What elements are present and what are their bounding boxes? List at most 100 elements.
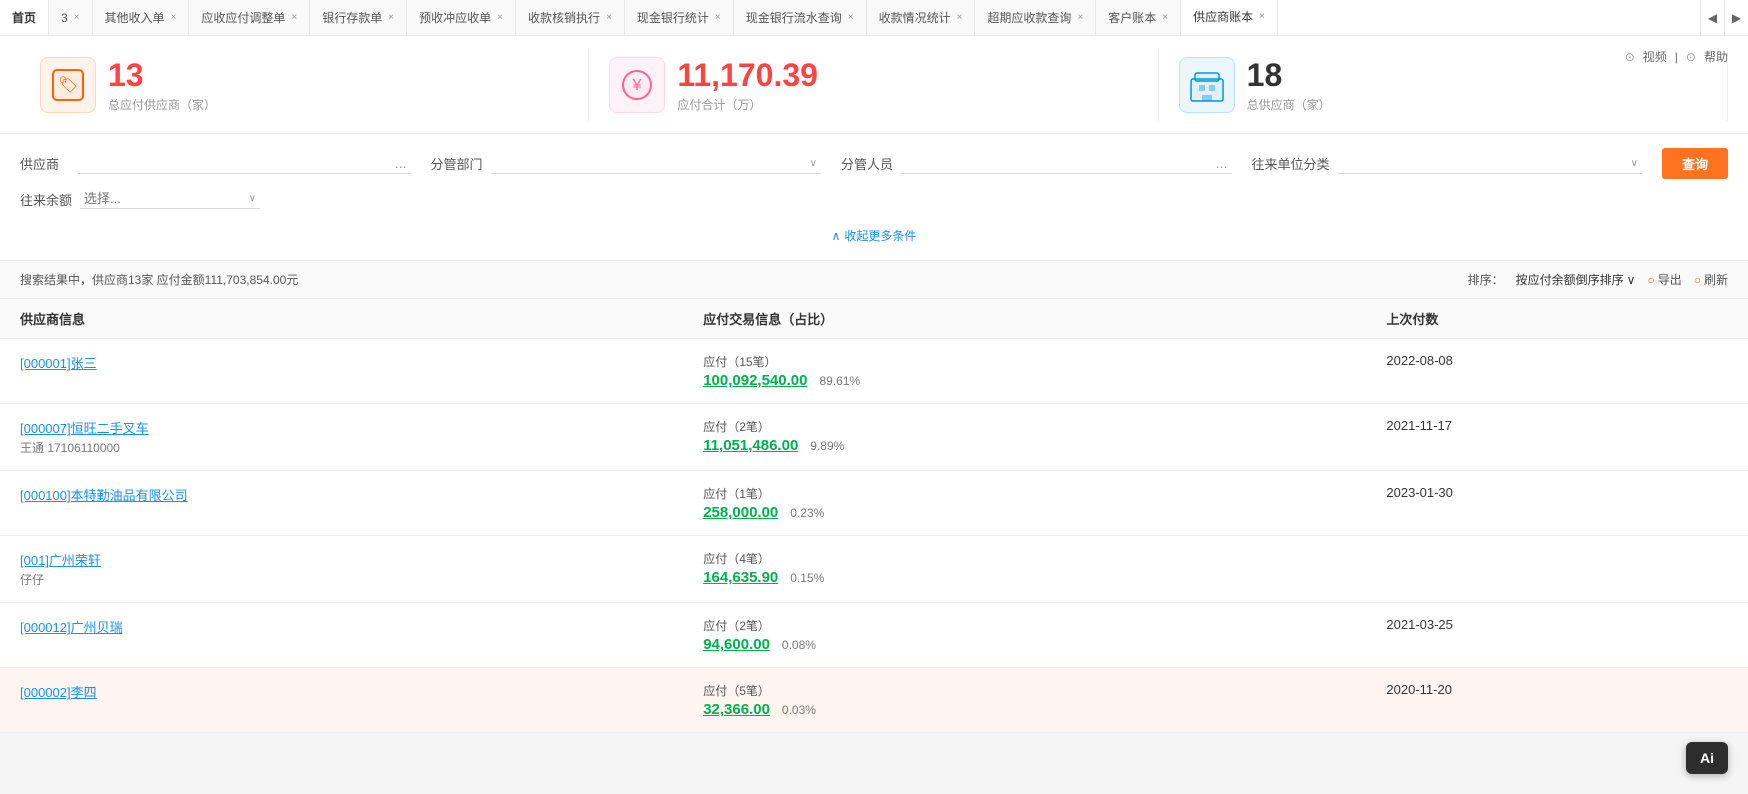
department-input-wrapper: ∨ xyxy=(491,154,821,174)
table-row: [000012]广州贝瑞 应付（2笔） 94,600.00 0.08% 2021… xyxy=(0,603,1748,668)
nav-tab-collection-stat[interactable]: 收款情况统计 × xyxy=(867,0,976,35)
stat-number-payable-amount: 11,170.39 xyxy=(677,56,818,94)
ai-button[interactable]: Ai xyxy=(1686,742,1728,774)
department-field: 分管部门 ∨ xyxy=(431,154,822,174)
supplier-name-link[interactable]: [000001]张三 xyxy=(20,353,703,372)
close-tab-bank-deposit[interactable]: × xyxy=(388,12,394,23)
last-payment-cell: 2021-03-25 xyxy=(1386,617,1728,632)
last-payment-cell: 2023-01-30 xyxy=(1386,485,1728,500)
export-label: 导出 xyxy=(1658,271,1682,288)
svg-text:¥: ¥ xyxy=(632,77,642,94)
supplier-name-link[interactable]: [000007]恒旺二手叉车 xyxy=(20,418,703,437)
payable-row: 11,051,486.00 9.89% xyxy=(703,437,1386,454)
payable-amount-link[interactable]: 164,635.90 xyxy=(703,569,778,586)
close-tab-advance-offset[interactable]: × xyxy=(497,12,503,23)
close-tab-supplier-account[interactable]: × xyxy=(1259,11,1265,22)
person-dots-icon[interactable]: ... xyxy=(1216,155,1228,171)
last-payment-date: 2023-01-30 xyxy=(1386,485,1453,500)
payable-info-cell: 应付（5笔） 32,366.00 0.03% xyxy=(703,682,1386,718)
balance-input[interactable] xyxy=(84,191,249,206)
svg-text:🏷: 🏷 xyxy=(58,76,78,94)
payable-count: 应付（4笔） xyxy=(703,550,1386,567)
last-payment-cell: 2021-11-17 xyxy=(1386,418,1728,433)
person-field: 分管人员 ... xyxy=(841,153,1232,174)
supplier-sub: 王通 17106110000 xyxy=(20,439,703,456)
table-row: [000002]李四 应付（5笔） 32,366.00 0.03% 2020-1… xyxy=(0,668,1748,733)
payable-amount-link[interactable]: 94,600.00 xyxy=(703,636,770,653)
refresh-label: 刷新 xyxy=(1704,271,1728,288)
payable-amount-link[interactable]: 100,092,540.00 xyxy=(703,372,807,389)
table-row: [000100]本特勤油品有限公司 应付（1笔） 258,000.00 0.23… xyxy=(0,471,1748,536)
close-tab-3[interactable]: × xyxy=(74,12,80,23)
payable-info-cell: 应付（2笔） 11,051,486.00 9.89% xyxy=(703,418,1386,454)
stat-number-payable-suppliers: 13 xyxy=(108,56,216,94)
payable-count: 应付（2笔） xyxy=(703,617,1386,634)
supplier-name-link[interactable]: [000002]李四 xyxy=(20,682,703,701)
payable-info-cell: 应付（2笔） 94,600.00 0.08% xyxy=(703,617,1386,653)
payable-amount-link[interactable]: 11,051,486.00 xyxy=(703,437,798,454)
payable-row: 94,600.00 0.08% xyxy=(703,636,1386,653)
help-link[interactable]: 帮助 xyxy=(1704,48,1728,65)
supplier-info-cell: [000012]广州贝瑞 xyxy=(20,617,703,636)
close-tab-collection-verify[interactable]: × xyxy=(606,12,612,23)
nav-tab-3[interactable]: 3 × xyxy=(49,0,93,35)
export-button[interactable]: ○ 导出 xyxy=(1647,271,1681,288)
nav-tab-bank-deposit[interactable]: 银行存款单 × xyxy=(310,0,407,35)
nav-tab-advance-offset[interactable]: 预收冲应收单 × xyxy=(407,0,516,35)
nav-tab-cash-bank-flow[interactable]: 现金银行流水查询 × xyxy=(734,0,867,35)
close-tab-overdue-query[interactable]: × xyxy=(1077,12,1083,23)
nav-tab-home[interactable]: 首页 xyxy=(0,0,49,35)
collapse-button[interactable]: ∧ 收起更多条件 xyxy=(20,223,1728,248)
payable-count: 应付（15笔） xyxy=(703,353,1386,370)
nav-tab-ap-adjust[interactable]: 应收应付调整单 × xyxy=(189,0,310,35)
video-link[interactable]: 视频 xyxy=(1643,48,1667,65)
close-tab-cash-bank-stat[interactable]: × xyxy=(715,12,721,23)
close-tab-collection-stat[interactable]: × xyxy=(957,12,963,23)
payable-count: 应付（2笔） xyxy=(703,418,1386,435)
nav-tab-customer-account[interactable]: 客户账本 × xyxy=(1096,0,1181,35)
supplier-name-link[interactable]: [001]广州荣轩 xyxy=(20,550,703,569)
category-dropdown-icon[interactable]: ∨ xyxy=(1631,158,1638,169)
close-tab-customer-account[interactable]: × xyxy=(1162,12,1168,23)
refresh-button[interactable]: ○ 刷新 xyxy=(1694,271,1728,288)
nav-tab-cash-bank-stat[interactable]: 现金银行统计 × xyxy=(625,0,734,35)
supplier-input[interactable] xyxy=(82,156,395,171)
close-tab-ap-adjust[interactable]: × xyxy=(291,12,297,23)
search-row-2: 往来余额 ∨ xyxy=(20,189,1728,209)
nav-tab-overdue-query[interactable]: 超期应收款查询 × xyxy=(975,0,1096,35)
payable-row: 100,092,540.00 89.61% xyxy=(703,372,1386,389)
supplier-dots-icon[interactable]: ... xyxy=(395,155,407,171)
sort-value: 按应付余额倒序排序 xyxy=(1516,271,1624,288)
supplier-name-link[interactable]: [000012]广州贝瑞 xyxy=(20,617,703,636)
payable-info-cell: 应付（4笔） 164,635.90 0.15% xyxy=(703,550,1386,586)
circle-help-icon: ⊙ xyxy=(1686,50,1696,64)
nav-tab-home-label: 首页 xyxy=(12,9,36,26)
nav-right-arrow[interactable]: ▶ xyxy=(1724,0,1748,36)
supplier-name-link[interactable]: [000100]本特勤油品有限公司 xyxy=(20,485,703,504)
person-input[interactable] xyxy=(905,156,1216,171)
nav-tab-customer-account-label: 客户账本 xyxy=(1108,9,1156,26)
search-button[interactable]: 查询 xyxy=(1662,148,1728,179)
nav-tab-supplier-account[interactable]: 供应商账本 × xyxy=(1181,0,1278,35)
payable-amount-link[interactable]: 32,366.00 xyxy=(703,701,770,718)
balance-dropdown-icon[interactable]: ∨ xyxy=(249,193,256,204)
link-separator: | xyxy=(1675,50,1678,64)
nav-left-arrow[interactable]: ◀ xyxy=(1700,0,1724,36)
last-payment-cell: 2022-08-08 xyxy=(1386,353,1728,368)
sort-select[interactable]: 按应付余额倒序排序 ∨ xyxy=(1516,271,1636,288)
payable-row: 164,635.90 0.15% xyxy=(703,569,1386,586)
balance-field: 往来余额 ∨ xyxy=(20,189,260,209)
nav-tab-other-income[interactable]: 其他收入单 × xyxy=(93,0,190,35)
stat-total-payable-suppliers: 🏷 13 总应付供应商（家） xyxy=(20,48,589,121)
stat-content-amount: 11,170.39 应付合计（万） xyxy=(677,56,818,113)
nav-tab-collection-verify[interactable]: 收款核销执行 × xyxy=(516,0,625,35)
close-tab-cash-bank-flow[interactable]: × xyxy=(848,12,854,23)
close-tab-other-income[interactable]: × xyxy=(171,12,177,23)
payable-amount-link[interactable]: 258,000.00 xyxy=(703,504,778,521)
department-dropdown-icon[interactable]: ∨ xyxy=(810,158,817,169)
department-input[interactable] xyxy=(495,156,810,171)
category-input[interactable] xyxy=(1342,156,1631,171)
search-area: 供应商 ... 分管部门 ∨ 分管人员 ... 往来单位分类 ∨ xyxy=(0,134,1748,261)
nav-tab-collection-verify-label: 收款核销执行 xyxy=(528,9,600,26)
nav-tab-cash-bank-flow-label: 现金银行流水查询 xyxy=(746,9,842,26)
